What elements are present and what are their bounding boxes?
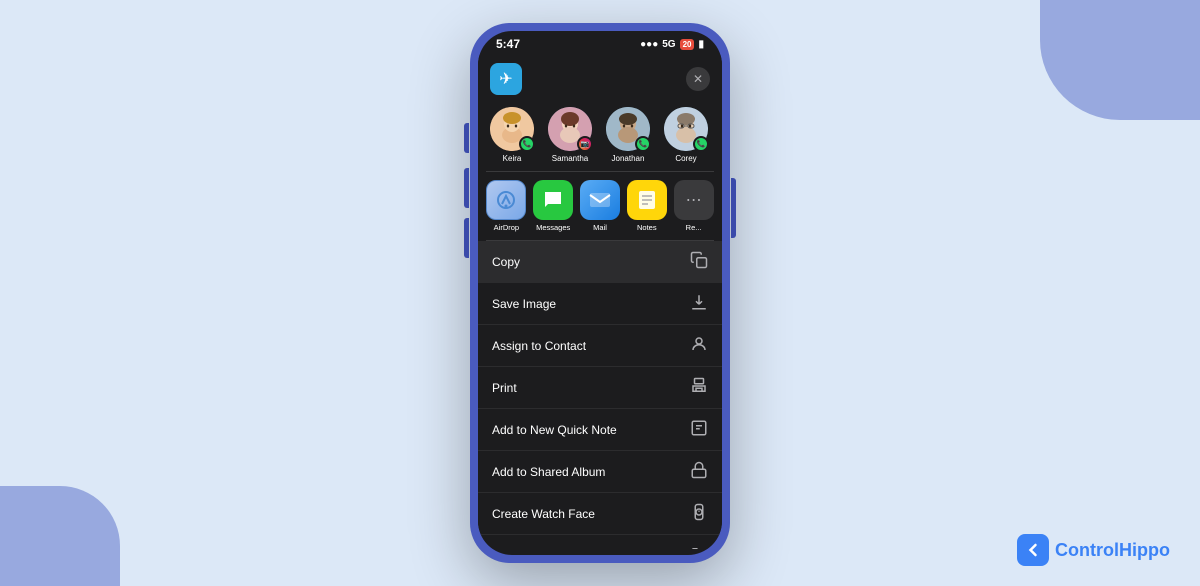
phone-screen: 5:47 ●●● 5G 20 ▮ ✈ ✕ [478, 31, 722, 555]
contact-keira[interactable]: 📞 Keira [486, 107, 538, 163]
action-save-files-label: Save to Files [492, 549, 561, 550]
mail-icon [580, 180, 620, 220]
network-type: 5G [662, 39, 675, 50]
action-assign-contact[interactable]: Assign to Contact [478, 325, 722, 367]
action-copy[interactable]: Copy [478, 241, 722, 283]
action-quick-note[interactable]: Add to New Quick Note [478, 409, 722, 451]
badge-whatsapp-corey: 📞 [693, 136, 709, 152]
phone-button-volume-up [464, 168, 469, 208]
contact-corey[interactable]: 📞 Corey [660, 107, 712, 163]
action-print[interactable]: Print [478, 367, 722, 409]
action-watch-face[interactable]: Create Watch Face [478, 493, 722, 535]
avatar-wrapper-samantha: 📷 [548, 107, 592, 151]
phone-frame: 5:47 ●●● 5G 20 ▮ ✈ ✕ [470, 23, 730, 563]
signal-badge: 20 [680, 39, 695, 50]
app-name-airdrop: AirDrop [494, 223, 519, 232]
action-watch-face-label: Create Watch Face [492, 507, 595, 521]
phone-button-volume-down [464, 218, 469, 258]
battery-icon: ▮ [698, 39, 704, 50]
copy-icon [690, 251, 708, 272]
telegram-symbol: ✈ [499, 69, 512, 89]
share-sheet: ✈ ✕ [478, 55, 722, 549]
action-copy-label: Copy [492, 255, 520, 269]
save-files-icon [690, 545, 708, 549]
contact-jonathan[interactable]: 📞 Jonathan [602, 107, 654, 163]
assign-contact-icon [690, 335, 708, 356]
close-icon: ✕ [693, 72, 703, 86]
phone-button-power [731, 178, 736, 238]
status-time: 5:47 [496, 37, 520, 51]
notes-symbol [635, 188, 659, 212]
brand-icon [1017, 534, 1049, 566]
brand-name-prefix: Control [1055, 540, 1119, 560]
messages-icon [533, 180, 573, 220]
status-icons: ●●● 5G 20 ▮ [640, 39, 704, 50]
brand-name-suffix: Hippo [1119, 540, 1170, 560]
app-name-messages: Messages [536, 223, 570, 232]
contact-name-corey: Corey [675, 154, 696, 163]
app-name-notes: Notes [637, 223, 657, 232]
contact-name-samantha: Samantha [552, 154, 588, 163]
messages-symbol [541, 188, 565, 212]
app-notes[interactable]: Notes [626, 180, 667, 232]
brand-logo: ControlHippo [1017, 534, 1170, 566]
avatar-wrapper-keira: 📞 [490, 107, 534, 151]
apps-row: AirDrop Messages [478, 172, 722, 240]
action-shared-album[interactable]: Add to Shared Album [478, 451, 722, 493]
avatar-wrapper-jonathan: 📞 [606, 107, 650, 151]
brand-symbol [1023, 540, 1043, 560]
contact-name-keira: Keira [503, 154, 522, 163]
badge-whatsapp-keira: 📞 [519, 136, 535, 152]
shared-album-icon [690, 461, 708, 482]
app-airdrop[interactable]: AirDrop [486, 180, 527, 232]
status-bar: 5:47 ●●● 5G 20 ▮ [478, 31, 722, 55]
action-shared-album-label: Add to Shared Album [492, 465, 605, 479]
more-icon: ⋯ [674, 180, 714, 220]
signal-icon: ●●● [640, 39, 658, 50]
mail-symbol [588, 188, 612, 212]
app-name-more: Re... [686, 223, 702, 232]
avatar-wrapper-corey: 📞 [664, 107, 708, 151]
save-image-icon [690, 293, 708, 314]
close-button[interactable]: ✕ [686, 67, 710, 91]
decorative-blob-bottom-left [0, 486, 120, 586]
watch-face-icon [690, 503, 708, 524]
action-quick-note-label: Add to New Quick Note [492, 423, 617, 437]
app-mail[interactable]: Mail [580, 180, 621, 232]
brand-name: ControlHippo [1055, 540, 1170, 561]
app-name-mail: Mail [593, 223, 607, 232]
action-save-image[interactable]: Save Image [478, 283, 722, 325]
badge-whatsapp-jonathan: 📞 [635, 136, 651, 152]
action-save-image-label: Save Image [492, 297, 556, 311]
notes-icon [627, 180, 667, 220]
print-icon [690, 377, 708, 398]
airdrop-icon [486, 180, 526, 220]
telegram-icon: ✈ [490, 63, 522, 95]
action-print-label: Print [492, 381, 517, 395]
contact-samantha[interactable]: 📷 Samantha [544, 107, 596, 163]
app-more[interactable]: ⋯ Re... [673, 180, 714, 232]
airdrop-symbol [494, 188, 518, 212]
sheet-header: ✈ ✕ [478, 55, 722, 103]
contacts-row: 📞 Keira [478, 103, 722, 171]
action-list: Copy Save Image [478, 241, 722, 549]
app-messages[interactable]: Messages [533, 180, 574, 232]
action-save-files[interactable]: Save to Files [478, 535, 722, 549]
contact-name-jonathan: Jonathan [612, 154, 645, 163]
quick-note-icon [690, 419, 708, 440]
phone-button-mute [464, 123, 469, 153]
badge-instagram-samantha: 📷 [577, 136, 593, 152]
action-assign-contact-label: Assign to Contact [492, 339, 586, 353]
decorative-blob-top-right [1040, 0, 1200, 120]
